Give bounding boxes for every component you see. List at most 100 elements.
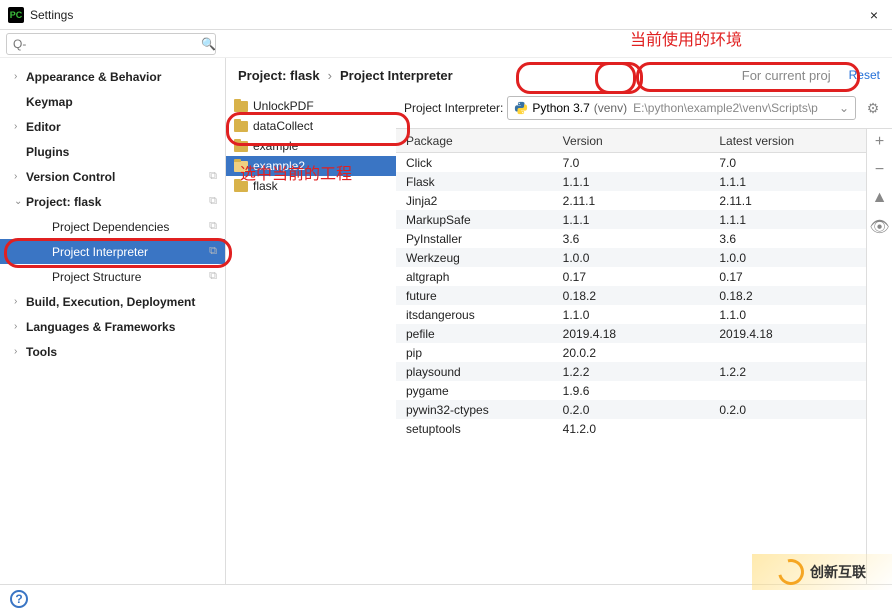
table-row[interactable]: Werkzeug1.0.01.0.0 <box>396 248 866 267</box>
scope-icon: ⧉ <box>209 245 217 258</box>
add-package-icon[interactable]: + <box>875 133 884 153</box>
nav-item-appearance-behavior[interactable]: ›Appearance & Behavior <box>0 64 225 89</box>
col-package[interactable]: Package <box>396 134 553 148</box>
scope-icon: ⧉ <box>209 170 217 183</box>
cell-version: 1.9.6 <box>553 384 710 398</box>
cell-latest: 1.1.1 <box>709 213 866 227</box>
table-row[interactable]: pip20.0.2 <box>396 343 866 362</box>
remove-package-icon[interactable]: − <box>875 161 884 181</box>
cell-package: Flask <box>396 175 553 189</box>
table-row[interactable]: future0.18.20.18.2 <box>396 286 866 305</box>
search-input[interactable] <box>6 33 216 55</box>
cell-version: 2.11.1 <box>553 194 710 208</box>
folder-icon <box>234 181 248 192</box>
table-row[interactable]: playsound1.2.21.2.2 <box>396 362 866 381</box>
cell-package: MarkupSafe <box>396 213 553 227</box>
table-row[interactable]: Click7.07.0 <box>396 153 866 172</box>
cell-version: 1.0.0 <box>553 251 710 265</box>
interpreter-select[interactable]: Python 3.7 (venv) E:\python\example2\ven… <box>507 96 856 120</box>
settings-nav: ›Appearance & BehaviorKeymap›EditorPlugi… <box>0 58 226 584</box>
cell-version: 1.1.0 <box>553 308 710 322</box>
interpreter-name: Python 3.7 <box>532 101 589 115</box>
cell-version: 7.0 <box>553 156 710 170</box>
breadcrumb-sep: › <box>328 68 332 83</box>
nav-item-editor[interactable]: ›Editor <box>0 114 225 139</box>
nav-item-version-control[interactable]: ›Version Control⧉ <box>0 164 225 189</box>
cell-version: 0.2.0 <box>553 403 710 417</box>
nav-label: Editor <box>26 120 225 134</box>
table-row[interactable]: pywin32-ctypes0.2.00.2.0 <box>396 400 866 419</box>
cell-package: PyInstaller <box>396 232 553 246</box>
help-icon[interactable]: ? <box>10 590 28 608</box>
nav-item-build-execution-deployment[interactable]: ›Build, Execution, Deployment <box>0 289 225 314</box>
show-early-icon[interactable]: 👁 <box>869 217 889 237</box>
table-row[interactable]: pygame1.9.6 <box>396 381 866 400</box>
nav-item-languages-frameworks[interactable]: ›Languages & Frameworks <box>0 314 225 339</box>
table-row[interactable]: MarkupSafe1.1.11.1.1 <box>396 210 866 229</box>
project-name: UnlockPDF <box>253 99 314 113</box>
cell-package: pefile <box>396 327 553 341</box>
nav-label: Languages & Frameworks <box>26 320 225 334</box>
interpreter-path: E:\python\example2\venv\Scripts\p <box>633 101 818 115</box>
nav-item-project-structure[interactable]: Project Structure⧉ <box>0 264 225 289</box>
table-row[interactable]: pefile2019.4.182019.4.18 <box>396 324 866 343</box>
scope-icon: ⧉ <box>209 220 217 233</box>
nav-label: Tools <box>26 345 225 359</box>
cell-package: pip <box>396 346 553 360</box>
cell-package: future <box>396 289 553 303</box>
col-version[interactable]: Version <box>553 134 710 148</box>
searchbar: 🔍 <box>0 30 892 58</box>
interpreter-row: Project Interpreter: Python 3.7 (venv) E… <box>396 96 892 128</box>
cell-latest: 1.2.2 <box>709 365 866 379</box>
gear-icon[interactable]: ⚙ <box>862 97 884 119</box>
table-row[interactable]: Flask1.1.11.1.1 <box>396 172 866 191</box>
project-item-flask[interactable]: flask <box>226 176 396 196</box>
cell-version: 1.2.2 <box>553 365 710 379</box>
scope-icon: ⧉ <box>209 195 217 208</box>
cell-package: pygame <box>396 384 553 398</box>
table-row[interactable]: setuptools41.2.0 <box>396 419 866 438</box>
cell-latest: 0.18.2 <box>709 289 866 303</box>
nav-item-plugins[interactable]: Plugins <box>0 139 225 164</box>
nav-item-tools[interactable]: ›Tools <box>0 339 225 364</box>
nav-item-project-flask[interactable]: ⌄Project: flask⧉ <box>0 189 225 214</box>
upgrade-package-icon[interactable]: ▲ <box>872 189 888 209</box>
cell-latest: 7.0 <box>709 156 866 170</box>
project-name: example <box>253 139 298 153</box>
nav-label: Plugins <box>26 145 225 159</box>
app-icon: PC <box>8 7 24 23</box>
table-row[interactable]: itsdangerous1.1.01.1.0 <box>396 305 866 324</box>
cell-latest: 0.2.0 <box>709 403 866 417</box>
nav-item-project-interpreter[interactable]: Project Interpreter⧉ <box>0 239 225 264</box>
window-title: Settings <box>30 8 864 22</box>
packages-table: Package Version Latest version Click7.07… <box>396 129 866 584</box>
chevron-icon: › <box>14 296 26 307</box>
table-row[interactable]: PyInstaller3.63.6 <box>396 229 866 248</box>
nav-label: Project Structure <box>52 270 209 284</box>
breadcrumb-hint: For current proj <box>742 68 831 83</box>
project-item-example2[interactable]: example2 <box>226 156 396 176</box>
project-item-unlockpdf[interactable]: UnlockPDF <box>226 96 396 116</box>
footer: ? <box>0 584 892 612</box>
nav-label: Build, Execution, Deployment <box>26 295 225 309</box>
project-name: dataCollect <box>253 119 313 133</box>
cell-package: playsound <box>396 365 553 379</box>
folder-icon <box>234 141 248 152</box>
table-row[interactable]: altgraph0.170.17 <box>396 267 866 286</box>
nav-label: Keymap <box>26 95 225 109</box>
chevron-icon: › <box>14 121 26 132</box>
cell-latest: 2019.4.18 <box>709 327 866 341</box>
project-item-datacollect[interactable]: dataCollect <box>226 116 396 136</box>
reset-link[interactable]: Reset <box>849 68 880 82</box>
breadcrumb-current: Project Interpreter <box>340 68 453 83</box>
cell-latest: 1.1.0 <box>709 308 866 322</box>
nav-item-keymap[interactable]: Keymap <box>0 89 225 114</box>
table-row[interactable]: Jinja22.11.12.11.1 <box>396 191 866 210</box>
nav-item-project-dependencies[interactable]: Project Dependencies⧉ <box>0 214 225 239</box>
cell-latest: 3.6 <box>709 232 866 246</box>
package-tools: + − ▲ 👁 <box>866 129 892 584</box>
project-name: example2 <box>253 159 305 173</box>
col-latest[interactable]: Latest version <box>709 134 866 148</box>
close-icon[interactable]: × <box>864 7 884 23</box>
project-item-example[interactable]: example <box>226 136 396 156</box>
